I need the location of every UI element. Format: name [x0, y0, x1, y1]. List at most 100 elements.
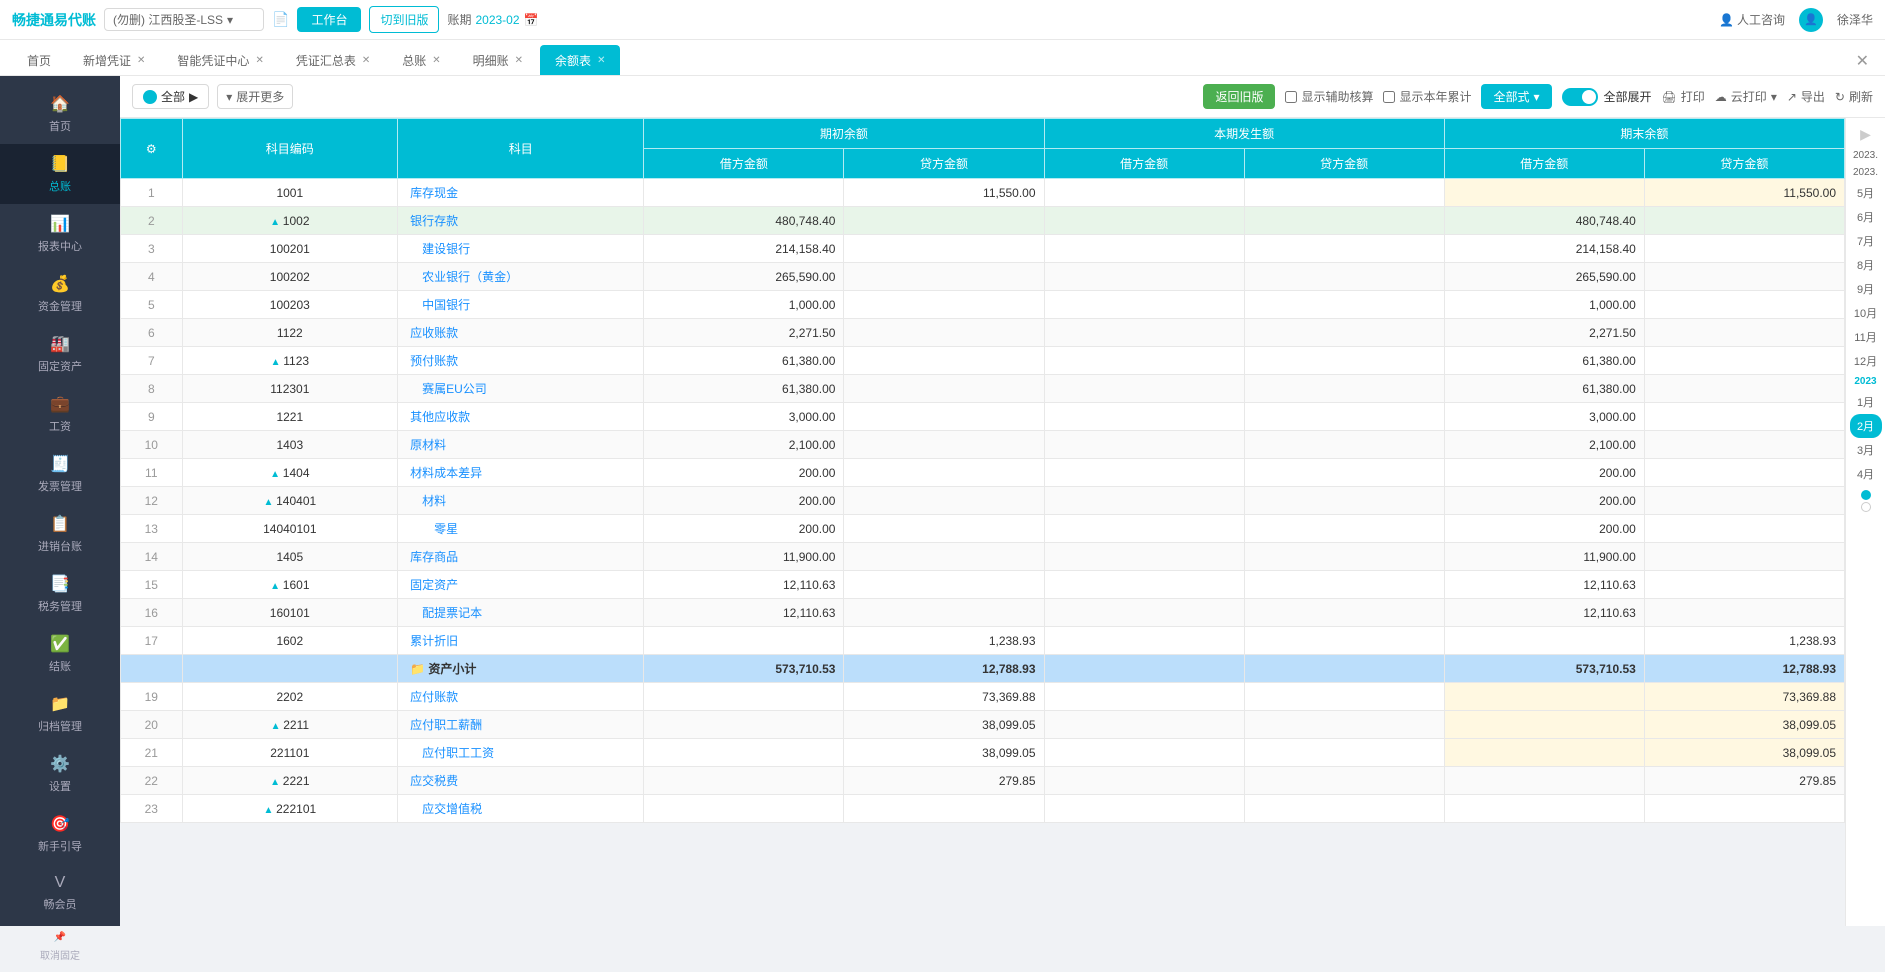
amount-cell: [844, 543, 1044, 571]
tab-detail[interactable]: 明细账 ✕: [458, 45, 538, 75]
check-auxiliary[interactable]: 显示辅助核算: [1285, 88, 1373, 105]
workspace-button[interactable]: 工作台: [297, 7, 361, 32]
return-old-version-button[interactable]: 返回旧版: [1203, 84, 1275, 109]
row-name[interactable]: 中国银行: [398, 291, 644, 319]
expand-collapse-arrow[interactable]: ▶: [1856, 122, 1875, 147]
full-mode-button[interactable]: 全部式 ▾: [1481, 84, 1551, 109]
print-action[interactable]: 🖨 打印: [1662, 88, 1705, 105]
row-name[interactable]: 应付账款: [398, 683, 644, 711]
toggle-expand-all[interactable]: 全部展开: [1562, 88, 1652, 106]
sidebar-item-tax[interactable]: 📑 税务管理: [0, 564, 120, 624]
month-dec[interactable]: 12月: [1850, 349, 1882, 373]
row-name[interactable]: 应交增值税: [398, 795, 644, 823]
row-name[interactable]: 银行存款: [398, 207, 644, 235]
amount-cell: 11,550.00: [1644, 179, 1844, 207]
row-name[interactable]: 固定资产: [398, 571, 644, 599]
month-may[interactable]: 5月: [1850, 181, 1882, 205]
expand-arrow-icon: ▲: [270, 217, 283, 228]
row-name[interactable]: 累计折旧: [398, 627, 644, 655]
ytd-checkbox[interactable]: [1383, 91, 1395, 103]
sidebar-item-salary[interactable]: 💼 工资: [0, 384, 120, 444]
tab-new-voucher-label: 新增凭证: [83, 52, 131, 69]
row-name[interactable]: 库存现金: [398, 179, 644, 207]
sidebar-item-invoice[interactable]: 🧾 发票管理: [0, 444, 120, 504]
row-name[interactable]: 赛属EU公司: [398, 375, 644, 403]
row-name[interactable]: 应交税费: [398, 767, 644, 795]
export-action[interactable]: ↗ 导出: [1787, 88, 1825, 105]
sidebar-item-archive[interactable]: 📁 归档管理: [0, 684, 120, 744]
month-apr[interactable]: 4月: [1850, 462, 1882, 486]
close-all-icon[interactable]: ✕: [1852, 47, 1873, 75]
user-avatar[interactable]: 👤: [1799, 8, 1823, 32]
row-name[interactable]: 材料: [398, 487, 644, 515]
check-ytd[interactable]: 显示本年累计: [1383, 88, 1471, 105]
cloud-print-action[interactable]: ☁ 云打印 ▾: [1715, 88, 1777, 105]
row-name[interactable]: 零星: [398, 515, 644, 543]
row-name[interactable]: 应付职工工资: [398, 739, 644, 767]
row-name[interactable]: 预付账款: [398, 347, 644, 375]
ledger-icon: 📒: [50, 154, 70, 174]
month-sep[interactable]: 9月: [1850, 277, 1882, 301]
sidebar-item-assets[interactable]: 🏭 固定资产: [0, 324, 120, 384]
filter-expand[interactable]: ▾ 展开更多: [217, 84, 293, 109]
row-name[interactable]: 原材料: [398, 431, 644, 459]
tab-balance-close[interactable]: ✕: [597, 55, 605, 66]
tab-detail-close[interactable]: ✕: [515, 55, 523, 66]
tab-ledger-close[interactable]: ✕: [432, 55, 440, 66]
sidebar-item-member[interactable]: V 畅会员: [0, 864, 120, 922]
month-feb[interactable]: 2月: [1850, 414, 1882, 438]
service-link[interactable]: 👤 人工咨询: [1719, 11, 1785, 28]
auxiliary-checkbox[interactable]: [1285, 91, 1297, 103]
tab-smart-voucher-close[interactable]: ✕: [255, 55, 263, 66]
filter-all[interactable]: 全部 ▶: [132, 84, 209, 109]
sidebar-item-close[interactable]: ✅ 结账: [0, 624, 120, 684]
sidebar-unpin[interactable]: 📌 取消固定: [0, 922, 120, 972]
month-oct[interactable]: 10月: [1850, 301, 1882, 325]
row-name[interactable]: 应收账款: [398, 319, 644, 347]
th-settings[interactable]: ⚙: [121, 119, 183, 179]
month-jul[interactable]: 7月: [1850, 229, 1882, 253]
amount-cell: 279.85: [844, 767, 1044, 795]
company-selector[interactable]: (勿删) 江西股圣-LSS ▾: [104, 8, 264, 31]
month-nov[interactable]: 11月: [1850, 325, 1882, 349]
th-begin-debit: 借方金额: [644, 149, 844, 179]
amount-cell: [1644, 291, 1844, 319]
amount-cell: [1644, 487, 1844, 515]
month-mar[interactable]: 3月: [1850, 438, 1882, 462]
month-jun[interactable]: 6月: [1850, 205, 1882, 229]
row-name[interactable]: 建设银行: [398, 235, 644, 263]
tab-smart-voucher[interactable]: 智能凭证中心 ✕: [162, 45, 278, 75]
tab-voucher-summary-close[interactable]: ✕: [362, 55, 370, 66]
tab-new-voucher-close[interactable]: ✕: [137, 55, 145, 66]
month-aug[interactable]: 8月: [1850, 253, 1882, 277]
year-2023-main: 2023: [1854, 373, 1876, 390]
row-name[interactable]: 应付职工薪酬: [398, 711, 644, 739]
calendar-icon[interactable]: 📅: [524, 13, 539, 27]
tab-voucher-summary[interactable]: 凭证汇总表 ✕: [281, 45, 385, 75]
row-name[interactable]: 农业银行（黄金）: [398, 263, 644, 291]
sidebar-item-ledger[interactable]: 📒 总账: [0, 144, 120, 204]
settings-cog-icon[interactable]: ⚙: [146, 142, 157, 156]
row-name[interactable]: 其他应收款: [398, 403, 644, 431]
sidebar-item-sales[interactable]: 📋 进销台账: [0, 504, 120, 564]
refresh-action[interactable]: ↻ 刷新: [1835, 88, 1873, 105]
row-name[interactable]: 材料成本差异: [398, 459, 644, 487]
tab-ledger[interactable]: 总账 ✕: [387, 45, 455, 75]
tab-balance[interactable]: 余额表 ✕: [540, 45, 620, 75]
tab-home[interactable]: 首页: [12, 45, 66, 75]
switch-version-button[interactable]: 切到旧版: [369, 6, 439, 33]
sidebar-item-reports[interactable]: 📊 报表中心: [0, 204, 120, 264]
sidebar-item-funds[interactable]: 💰 资金管理: [0, 264, 120, 324]
balance-table-wrap: ⚙ 科目编码 科目 期初余额 本: [120, 118, 1845, 926]
sidebar-item-guide[interactable]: 🎯 新手引导: [0, 804, 120, 864]
row-name[interactable]: 库存商品: [398, 543, 644, 571]
sidebar-item-home[interactable]: 🏠 首页: [0, 84, 120, 144]
tab-new-voucher[interactable]: 新增凭证 ✕: [68, 45, 160, 75]
toggle-on-indicator[interactable]: [1562, 88, 1598, 106]
amount-cell: 11,900.00: [1444, 543, 1644, 571]
sidebar-item-settings[interactable]: ⚙️ 设置: [0, 744, 120, 804]
amount-cell: [1444, 179, 1644, 207]
row-name[interactable]: 配提票记本: [398, 599, 644, 627]
sidebar-label-salary: 工资: [49, 418, 71, 434]
month-jan[interactable]: 1月: [1850, 390, 1882, 414]
